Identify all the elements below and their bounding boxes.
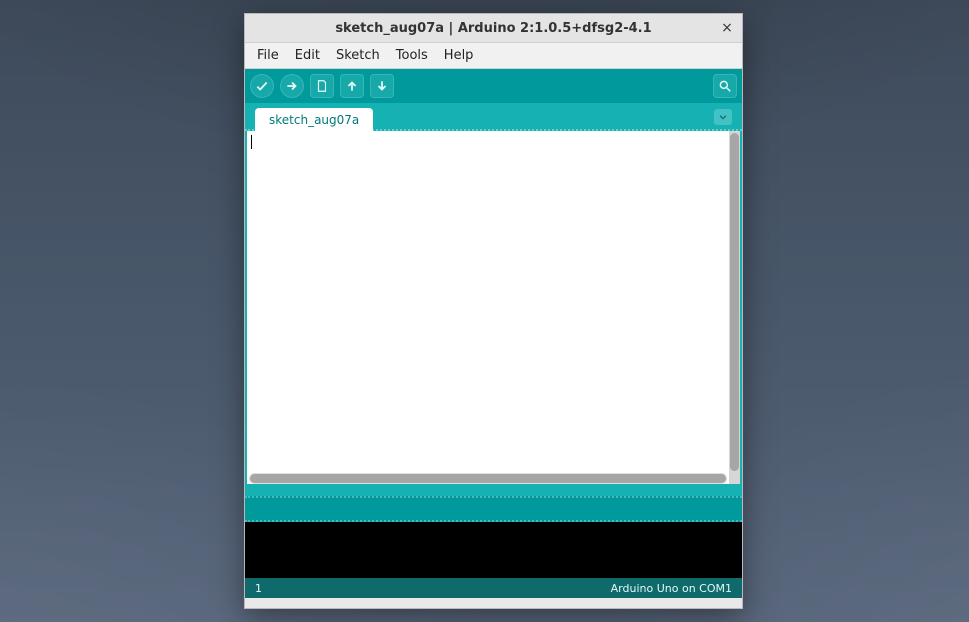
chevron-down-icon	[718, 112, 728, 122]
horizontal-scrollbar[interactable]	[249, 473, 727, 484]
menubar: File Edit Sketch Tools Help	[245, 43, 742, 69]
arrow-down-icon	[375, 79, 389, 93]
editor-content[interactable]	[247, 131, 729, 473]
save-sketch-button[interactable]	[370, 74, 394, 98]
arrow-up-icon	[345, 79, 359, 93]
tab-active[interactable]: sketch_aug07a	[255, 108, 373, 131]
arduino-ide-window: sketch_aug07a | Arduino 2:1.0.5+dfsg2-4.…	[244, 13, 743, 609]
magnifier-icon	[718, 79, 732, 93]
open-sketch-button[interactable]	[340, 74, 364, 98]
horizontal-scroll-area	[245, 473, 742, 484]
status-gap	[245, 484, 742, 496]
scrollbar-corner	[729, 473, 740, 484]
board-port-label: Arduino Uno on COM1	[611, 582, 732, 595]
tab-label: sketch_aug07a	[269, 113, 359, 127]
footer-bar: 1 Arduino Uno on COM1	[245, 578, 742, 598]
menu-edit[interactable]: Edit	[291, 46, 324, 65]
check-icon	[255, 79, 269, 93]
arrow-right-icon	[285, 79, 299, 93]
horizontal-scrollbar-thumb[interactable]	[250, 474, 726, 483]
vertical-scrollbar-thumb[interactable]	[730, 133, 739, 471]
line-number: 1	[255, 582, 262, 595]
toolbar	[245, 69, 742, 103]
close-icon: ×	[721, 21, 733, 35]
serial-monitor-button[interactable]	[713, 74, 737, 98]
tab-menu-button[interactable]	[714, 109, 732, 125]
menu-tools[interactable]: Tools	[392, 46, 432, 65]
upload-button[interactable]	[280, 74, 304, 98]
code-editor[interactable]	[245, 131, 742, 473]
window-close-button[interactable]: ×	[718, 19, 736, 37]
file-icon	[315, 79, 329, 93]
verify-button[interactable]	[250, 74, 274, 98]
tabstrip: sketch_aug07a	[245, 103, 742, 131]
status-bar	[245, 496, 742, 522]
new-sketch-button[interactable]	[310, 74, 334, 98]
text-caret	[251, 135, 252, 149]
desktop-background: sketch_aug07a | Arduino 2:1.0.5+dfsg2-4.…	[0, 0, 969, 622]
menu-help[interactable]: Help	[440, 46, 478, 65]
menu-sketch[interactable]: Sketch	[332, 46, 384, 65]
window-title: sketch_aug07a | Arduino 2:1.0.5+dfsg2-4.…	[335, 21, 651, 36]
output-console[interactable]	[245, 522, 742, 578]
vertical-scrollbar[interactable]	[729, 131, 740, 473]
window-titlebar[interactable]: sketch_aug07a | Arduino 2:1.0.5+dfsg2-4.…	[245, 14, 742, 43]
menu-file[interactable]: File	[253, 46, 283, 65]
